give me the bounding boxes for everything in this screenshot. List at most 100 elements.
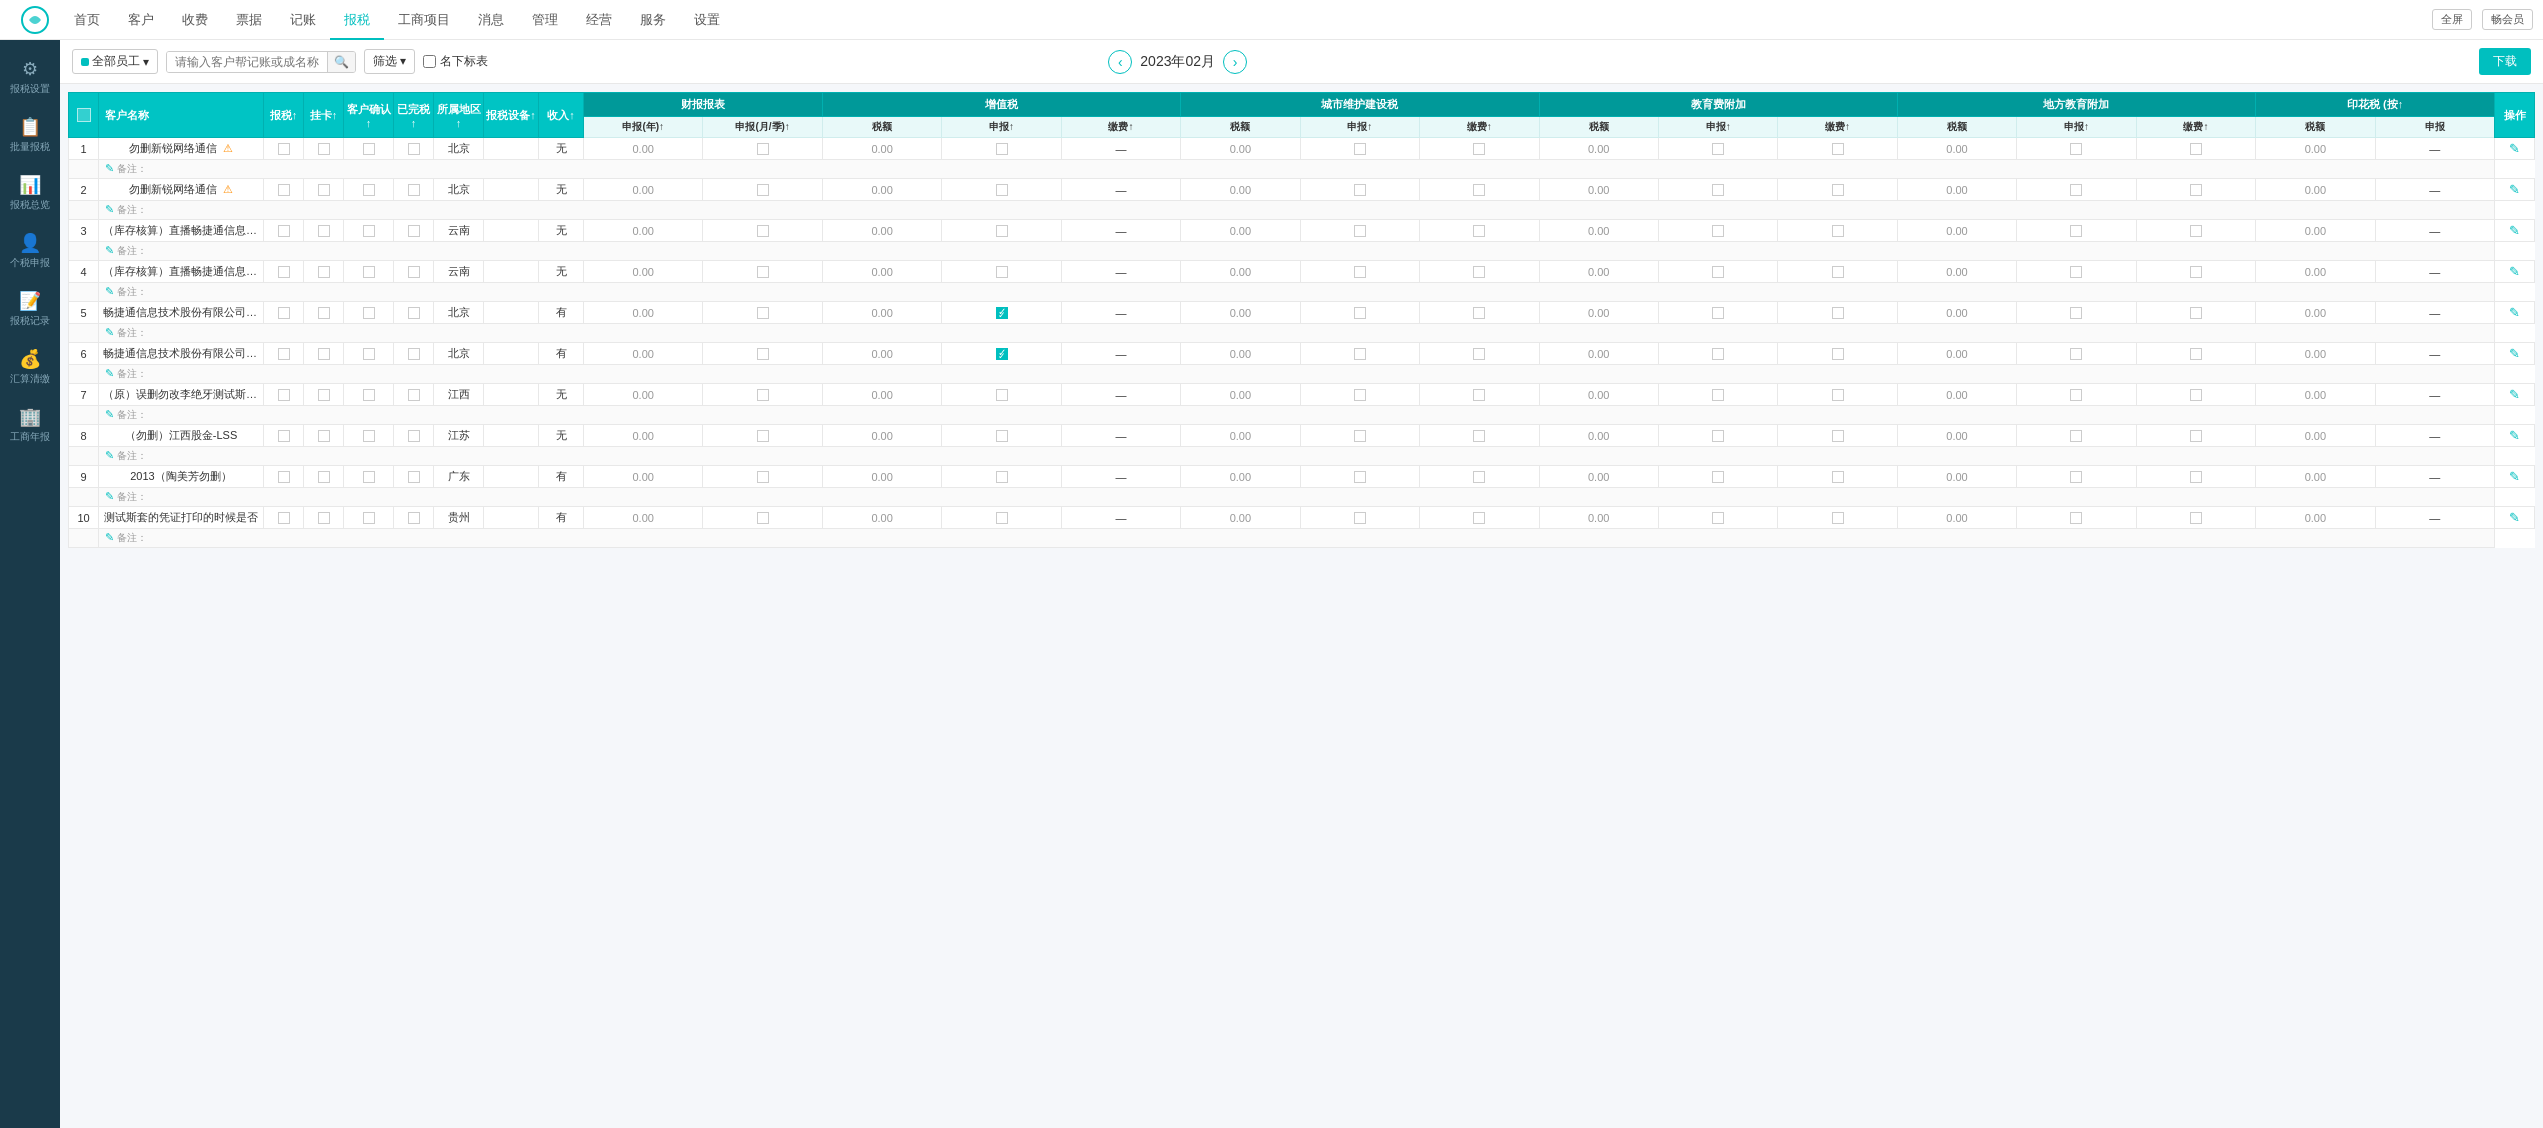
df-shenbao-cb[interactable] <box>2070 184 2082 196</box>
cs-shenbao-cb[interactable] <box>1354 143 1366 155</box>
edit-icon[interactable]: ✎ <box>2509 469 2520 484</box>
jy-shenbao-cb[interactable] <box>1712 143 1724 155</box>
sidebar-item-个税申报[interactable]: 👤个税申报 <box>0 224 60 277</box>
jy-shenbao-cb[interactable] <box>1712 307 1724 319</box>
nav-item-设置[interactable]: 设置 <box>680 0 734 40</box>
note-edit-icon[interactable]: ✎ <box>105 162 114 174</box>
cs-shenbao-cb[interactable] <box>1354 512 1366 524</box>
cs-shenbao-cb[interactable] <box>1354 471 1366 483</box>
jy-shenbao-cb[interactable] <box>1712 184 1724 196</box>
guaka-cb[interactable] <box>318 512 330 524</box>
guaka-cb[interactable] <box>318 225 330 237</box>
yishen-cb[interactable] <box>408 430 420 442</box>
niandu-cb[interactable] <box>757 471 769 483</box>
guaka-cb[interactable] <box>318 389 330 401</box>
df-shenbao-cb[interactable] <box>2070 143 2082 155</box>
note-edit-icon[interactable]: ✎ <box>105 449 114 461</box>
cs-shenbao-cb[interactable] <box>1354 225 1366 237</box>
guaka-cb[interactable] <box>318 307 330 319</box>
nav-item-工商项目[interactable]: 工商项目 <box>384 0 464 40</box>
queren-cb[interactable] <box>363 266 375 278</box>
yishen-cb[interactable] <box>408 307 420 319</box>
note-edit-icon[interactable]: ✎ <box>105 408 114 420</box>
name-checkbox-label[interactable]: 名下标表 <box>423 53 488 70</box>
cs-jiaofei-cb[interactable] <box>1473 471 1485 483</box>
employee-filter-btn[interactable]: 全部员工 ▾ <box>72 49 158 74</box>
jy-jiaofei-cb[interactable] <box>1832 225 1844 237</box>
queren-cb[interactable] <box>363 512 375 524</box>
baoshui-cb[interactable] <box>278 184 290 196</box>
row-edit[interactable]: ✎ <box>2495 179 2535 201</box>
zze-shenbao-cb[interactable]: ✓ <box>996 348 1008 360</box>
niandu-cb[interactable] <box>757 266 769 278</box>
baoshui-cb[interactable] <box>278 471 290 483</box>
nav-item-报税[interactable]: 报税 <box>330 0 384 40</box>
df-jiaofei-cb[interactable] <box>2190 389 2202 401</box>
niandu-cb[interactable] <box>757 348 769 360</box>
queren-cb[interactable] <box>363 184 375 196</box>
df-shenbao-cb[interactable] <box>2070 430 2082 442</box>
sidebar-item-汇算清缴[interactable]: 💰汇算清缴 <box>0 340 60 393</box>
nav-item-收费[interactable]: 收费 <box>168 0 222 40</box>
jy-jiaofei-cb[interactable] <box>1832 430 1844 442</box>
row-edit[interactable]: ✎ <box>2495 384 2535 406</box>
note-edit-icon[interactable]: ✎ <box>105 326 114 338</box>
member-btn[interactable]: 畅会员 <box>2482 9 2533 30</box>
cs-jiaofei-cb[interactable] <box>1473 430 1485 442</box>
nav-item-消息[interactable]: 消息 <box>464 0 518 40</box>
name-checkbox[interactable] <box>423 55 436 68</box>
jy-shenbao-cb[interactable] <box>1712 348 1724 360</box>
df-jiaofei-cb[interactable] <box>2190 225 2202 237</box>
zze-shenbao-cb[interactable] <box>996 143 1008 155</box>
jy-jiaofei-cb[interactable] <box>1832 471 1844 483</box>
nav-item-管理[interactable]: 管理 <box>518 0 572 40</box>
row-edit[interactable]: ✎ <box>2495 425 2535 447</box>
zze-shenbao-cb[interactable] <box>996 225 1008 237</box>
queren-cb[interactable] <box>363 307 375 319</box>
baoshui-cb[interactable] <box>278 225 290 237</box>
df-shenbao-cb[interactable] <box>2070 471 2082 483</box>
cs-shenbao-cb[interactable] <box>1354 184 1366 196</box>
jy-jiaofei-cb[interactable] <box>1832 389 1844 401</box>
niandu-cb[interactable] <box>757 143 769 155</box>
yishen-cb[interactable] <box>408 225 420 237</box>
baoshui-cb[interactable] <box>278 266 290 278</box>
niandu-cb[interactable] <box>757 430 769 442</box>
sidebar-item-报税设置[interactable]: ⚙报税设置 <box>0 50 60 103</box>
nav-item-服务[interactable]: 服务 <box>626 0 680 40</box>
cs-jiaofei-cb[interactable] <box>1473 307 1485 319</box>
edit-icon[interactable]: ✎ <box>2509 510 2520 525</box>
sidebar-item-报税总览[interactable]: 📊报税总览 <box>0 166 60 219</box>
note-edit-icon[interactable]: ✎ <box>105 244 114 256</box>
cs-jiaofei-cb[interactable] <box>1473 512 1485 524</box>
yishen-cb[interactable] <box>408 266 420 278</box>
next-date-btn[interactable]: › <box>1223 50 1247 74</box>
df-jiaofei-cb[interactable] <box>2190 512 2202 524</box>
jy-shenbao-cb[interactable] <box>1712 471 1724 483</box>
row-edit[interactable]: ✎ <box>2495 138 2535 160</box>
edit-icon[interactable]: ✎ <box>2509 182 2520 197</box>
df-shenbao-cb[interactable] <box>2070 307 2082 319</box>
jy-jiaofei-cb[interactable] <box>1832 266 1844 278</box>
row-edit[interactable]: ✎ <box>2495 466 2535 488</box>
queren-cb[interactable] <box>363 471 375 483</box>
sidebar-item-批量报税[interactable]: 📋批量报税 <box>0 108 60 161</box>
download-button[interactable]: 下载 <box>2479 48 2531 75</box>
yishen-cb[interactable] <box>408 348 420 360</box>
zze-shenbao-cb[interactable] <box>996 430 1008 442</box>
cs-jiaofei-cb[interactable] <box>1473 184 1485 196</box>
edit-icon[interactable]: ✎ <box>2509 223 2520 238</box>
yishen-cb[interactable] <box>408 184 420 196</box>
row-edit[interactable]: ✎ <box>2495 261 2535 283</box>
nav-item-客户[interactable]: 客户 <box>114 0 168 40</box>
zze-shenbao-cb[interactable] <box>996 512 1008 524</box>
yishen-cb[interactable] <box>408 143 420 155</box>
df-jiaofei-cb[interactable] <box>2190 348 2202 360</box>
df-jiaofei-cb[interactable] <box>2190 143 2202 155</box>
cs-shenbao-cb[interactable] <box>1354 389 1366 401</box>
guaka-cb[interactable] <box>318 471 330 483</box>
cs-jiaofei-cb[interactable] <box>1473 348 1485 360</box>
niandu-cb[interactable] <box>757 225 769 237</box>
jy-shenbao-cb[interactable] <box>1712 430 1724 442</box>
nav-item-首页[interactable]: 首页 <box>60 0 114 40</box>
